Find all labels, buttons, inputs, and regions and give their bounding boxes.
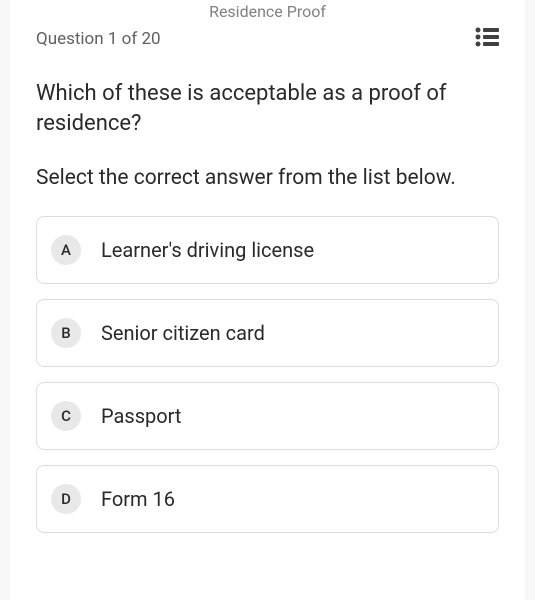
option-text: Senior citizen card [101, 321, 265, 345]
option-letter: D [51, 484, 81, 514]
header: Residence Proof Question 1 of 20 [36, 0, 499, 51]
option-text: Learner's driving license [101, 238, 314, 262]
quiz-title: Residence Proof [36, 2, 499, 21]
list-icon[interactable] [475, 27, 499, 51]
question-counter: Question 1 of 20 [36, 29, 161, 49]
quiz-container: Residence Proof Question 1 of 20 Which o… [10, 0, 525, 600]
option-letter: C [51, 401, 81, 431]
subheader: Question 1 of 20 [36, 27, 499, 51]
option-letter: B [51, 318, 81, 348]
options-list: A Learner's driving license B Senior cit… [36, 216, 499, 533]
option-d[interactable]: D Form 16 [36, 465, 499, 533]
option-a[interactable]: A Learner's driving license [36, 216, 499, 284]
option-text: Form 16 [101, 487, 175, 511]
option-c[interactable]: C Passport [36, 382, 499, 450]
question-text: Which of these is acceptable as a proof … [36, 79, 499, 138]
option-b[interactable]: B Senior citizen card [36, 299, 499, 367]
option-text: Passport [101, 404, 181, 428]
instruction-text: Select the correct answer from the list … [36, 166, 499, 190]
option-letter: A [51, 235, 81, 265]
